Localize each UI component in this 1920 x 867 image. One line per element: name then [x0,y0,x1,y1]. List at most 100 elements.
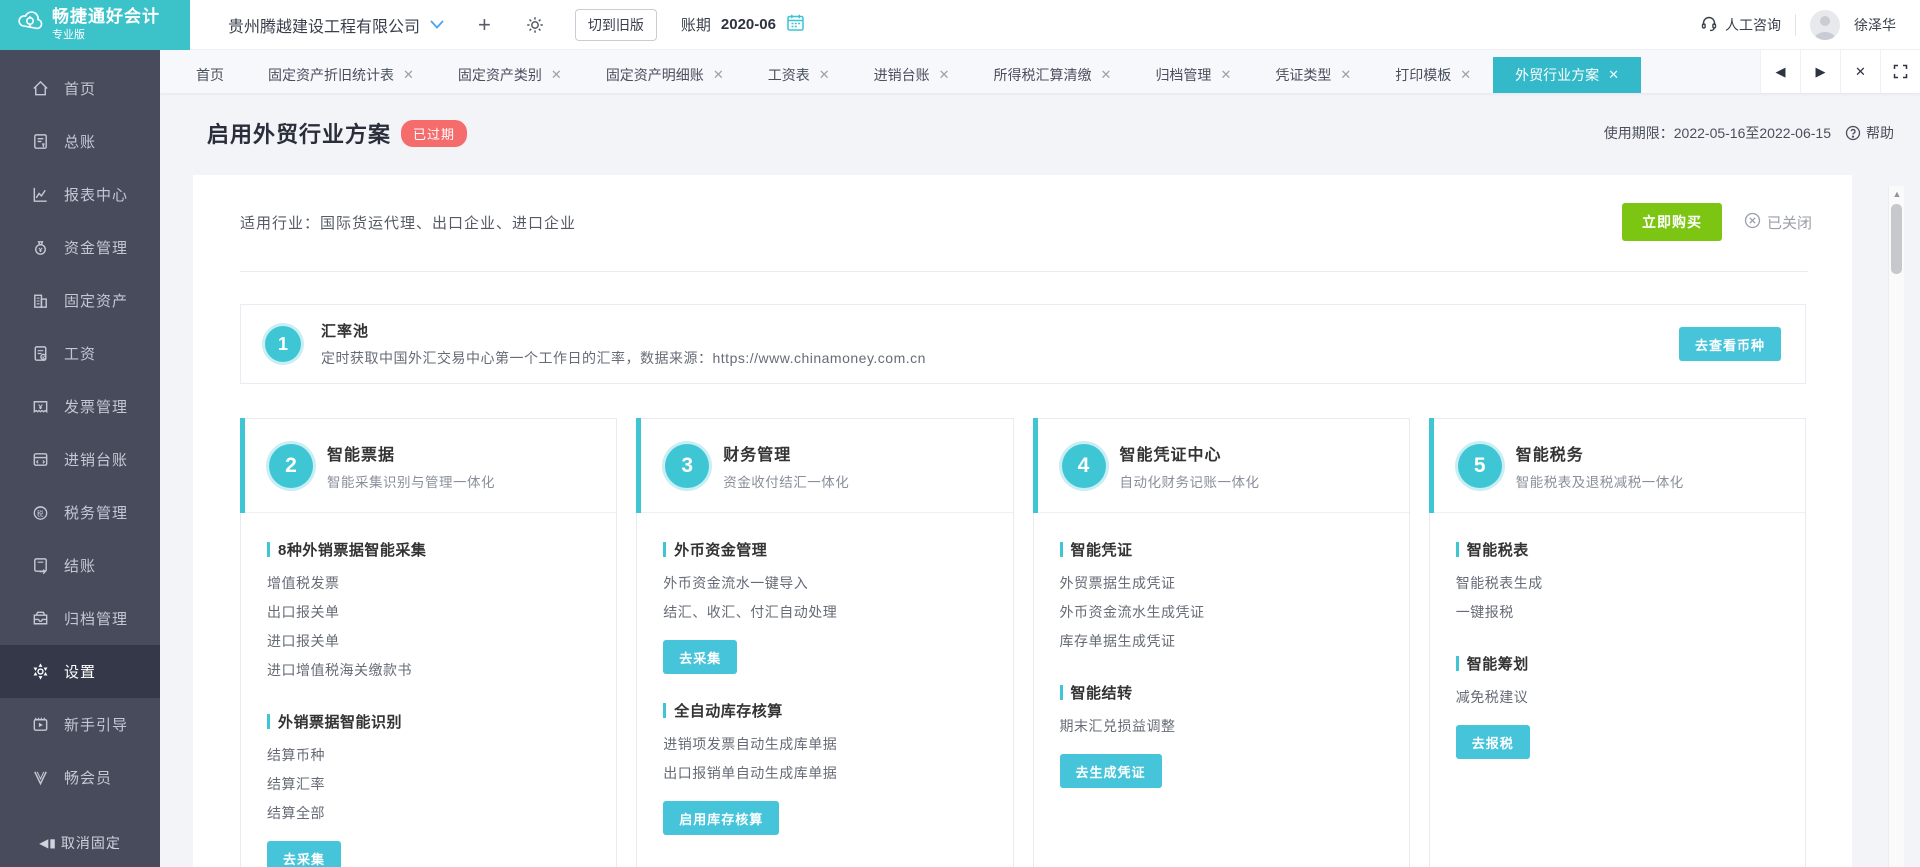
feature-item: 进口报关单 [267,633,340,649]
unpin-sidebar-button[interactable]: ◀▮ 取消固定 [0,833,160,853]
sidebar-item-12[interactable]: 设置 [0,645,160,698]
card-body: 外币资金管理 外币资金流水一键导入 结汇、收汇、付汇自动处理 去采集 全自动库存核算 进销… [637,513,1012,867]
tab-1[interactable]: 首页 [174,57,246,93]
report-icon [30,185,50,205]
sidebar-item-3[interactable]: 报表中心 [0,168,160,221]
card-action-button[interactable]: 去报税 [1455,725,1530,759]
sidebar-item-label: 设置 [64,664,97,681]
tab-close-icon[interactable]: ✕ [1101,67,1112,83]
sidebar-item-14[interactable]: 畅会员 [0,751,160,804]
tab-8[interactable]: 归档管理 ✕ [1133,57,1253,93]
tab-close-icon[interactable]: ✕ [939,67,950,83]
tab-scroll-right-button[interactable]: ▶ [1800,50,1840,93]
tab-close-icon[interactable]: ✕ [713,67,724,83]
feature-item: 结算汇率 [267,776,325,792]
section-header-label: 智能结转 [1070,685,1133,702]
sidebar-item-4[interactable]: 资金管理 [0,221,160,274]
rate-pool-desc: 定时获取中国外汇交易中心第一个工作日的汇率，数据来源：https://www.c… [321,350,926,366]
period-value[interactable]: 2020-06 [721,16,776,33]
tab-2[interactable]: 固定资产折旧统计表 ✕ [246,57,436,93]
feature-item: 增值税发票 [267,575,340,591]
tab-close-icon[interactable]: ✕ [1340,67,1351,83]
tab-5[interactable]: 工资表 ✕ [746,57,852,93]
unpin-label: 取消固定 [60,835,121,851]
card-title: 财务管理 [723,446,792,464]
company-selector[interactable]: 贵州腾越建设工程有限公司 [228,13,444,37]
tab-close-icon[interactable]: ✕ [1608,67,1619,83]
feature-item: 结算全部 [267,805,325,821]
card-action-button[interactable]: 去采集 [267,841,342,867]
tab-close-icon[interactable]: ✕ [551,67,562,83]
gear-icon[interactable] [525,15,545,35]
settings-icon [30,662,50,682]
calendar-icon[interactable] [786,13,805,36]
tab-close-icon[interactable]: ✕ [1220,67,1231,83]
section-header: 8种外销票据智能采集 [267,539,596,560]
support-button[interactable]: 人工咨询 [1700,14,1781,35]
tab-10[interactable]: 打印模板 ✕ [1373,57,1493,93]
avatar[interactable] [1810,9,1840,40]
tab-close-icon[interactable]: ✕ [1460,67,1471,83]
app-window: 首页 总账 报表中心 资金管理 固定资产工资发票管理 进销台账税税务管理 结账 归档管理设置新… [0,0,1920,867]
card-action-button[interactable]: 去采集 [663,640,738,674]
card-header: 5 智能税务 智能税表及退税减税一体化 [1428,418,1805,513]
tab-6[interactable]: 进销台账 ✕ [852,57,972,93]
card-section: 外币资金管理 外币资金流水一键导入 结汇、收汇、付汇自动处理 去采集 [663,539,992,674]
sidebar-item-8[interactable]: 进销台账 [0,433,160,486]
tab-11[interactable]: 外贸行业方案 ✕ [1493,57,1642,93]
section-header: 智能筹划 [1455,653,1785,674]
support-label: 人工咨询 [1725,16,1781,33]
tab-close-icon[interactable]: ✕ [819,67,830,83]
card-subtitle: 智能采集识别与管理一体化 [327,474,495,490]
card-action-button[interactable]: 去生成凭证 [1059,754,1162,788]
sidebar-item-7[interactable]: 发票管理 [0,380,160,433]
add-button[interactable]: + [478,12,491,38]
tab-3[interactable]: 固定资产类别 ✕ [436,57,584,93]
card-action-button[interactable]: 启用库存核算 [663,801,780,835]
help-button[interactable]: 帮助 [1845,123,1894,143]
sidebar-item-10[interactable]: 结账 [0,539,160,592]
section-accent-bar [1455,656,1459,671]
divider [1795,13,1796,36]
view-currencies-button[interactable]: 去查看币种 [1678,327,1781,361]
feature-item: 出口报关单 [267,604,340,620]
tab-controls: ◀ ▶ ✕ [1760,50,1920,93]
section-header-label: 智能凭证 [1070,542,1133,559]
logo-title: 畅捷通好会计 [52,7,160,27]
card-body: 智能税表 智能税表生成 一键报税 智能筹划 减免税建议 去报税 [1430,513,1805,805]
scroll-up-icon[interactable]: ▲ [1889,186,1905,202]
card-body: 智能凭证 外贸票据生成凭证 外币资金流水生成凭证 库存单据生成凭证 智能结转 期末汇兑损益… [1034,513,1409,834]
feature-item: 出口报销单自动生成库单据 [663,765,838,781]
tab-4[interactable]: 固定资产明细账 ✕ [584,57,746,93]
sidebar-item-6[interactable]: 工资 [0,327,160,380]
buy-now-button[interactable]: 立即购买 [1621,203,1722,241]
sidebar-item-5[interactable]: 固定资产 [0,274,160,327]
sidebar-item-label: 工资 [64,346,97,363]
feature-item: 进口增值税海关缴款书 [267,662,412,678]
card-header: 2 智能票据 智能采集识别与管理一体化 [239,418,617,513]
sidebar-item-9[interactable]: 税 税务管理 [0,486,160,539]
feature-card-3: 3 财务管理 资金收付结汇一体化 外币资金管理 外币资金流水一键导入 结汇、收汇、付汇自动… [636,418,1014,867]
sidebar-item-1[interactable]: 首页 [0,62,160,115]
fullscreen-icon[interactable] [1880,50,1920,93]
sidebar-item-11[interactable]: 归档管理 [0,592,160,645]
section-header: 智能税表 [1455,539,1785,560]
close-all-tabs-button[interactable]: ✕ [1840,50,1880,93]
tab-label: 所得税汇算清缴 [993,67,1092,83]
feature-card-5: 5 智能税务 智能税表及退税减税一体化 智能税表 智能税表生成 一键报税 智能筹划 减免税建议… [1428,418,1806,867]
card-header: 3 财务管理 资金收付结汇一体化 [636,418,1013,513]
chevron-down-icon [430,16,444,34]
tab-scroll-left-button[interactable]: ◀ [1760,50,1800,93]
sidebar-item-2[interactable]: 总账 [0,115,160,168]
username[interactable]: 徐泽华 [1854,15,1896,35]
sidebar-item-13[interactable]: 新手引导 [0,698,160,751]
rate-pool-title: 汇率池 [321,323,370,340]
vertical-scrollbar[interactable]: ▲ ▼ [1888,186,1904,867]
tab-7[interactable]: 所得税汇算清缴 ✕ [972,57,1134,93]
ledger-icon [30,132,50,152]
tab-close-icon[interactable]: ✕ [403,67,414,83]
app-logo[interactable]: 畅捷通好会计 专业版 [0,0,190,50]
switch-to-old-version-button[interactable]: 切到旧版 [574,8,657,41]
tab-9[interactable]: 凭证类型 ✕ [1253,57,1373,93]
scrollbar-thumb[interactable] [1891,204,1902,274]
